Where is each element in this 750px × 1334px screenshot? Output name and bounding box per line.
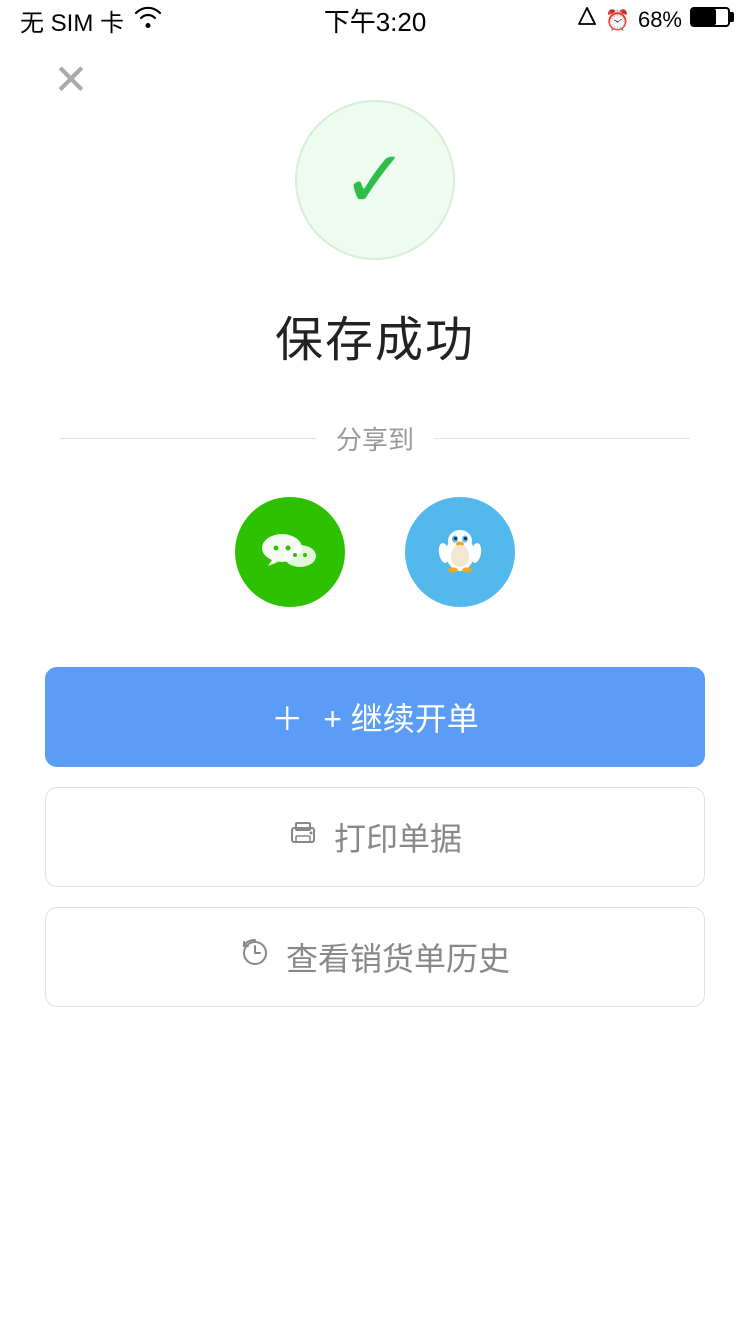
wechat-share-button[interactable] <box>235 497 345 607</box>
qq-share-button[interactable] <box>405 497 515 607</box>
close-button[interactable]: ✕ <box>46 55 96 105</box>
close-icon: ✕ <box>53 59 88 101</box>
time-display: 下午3:20 <box>324 2 427 39</box>
battery-icon <box>690 7 730 33</box>
main-content: ✓ 保存成功 分享到 <box>0 40 750 1007</box>
qq-icon <box>431 523 489 581</box>
continue-label: + 继续开单 <box>323 694 479 740</box>
history-icon <box>240 938 270 976</box>
status-left: 无 SIM 卡 <box>20 3 162 38</box>
share-icons <box>235 497 515 607</box>
history-label: 查看销货单历史 <box>286 934 510 980</box>
status-right: ⏰ 68% <box>577 6 730 34</box>
print-button[interactable]: 打印单据 <box>45 787 705 887</box>
continue-plus-icon: ＋ <box>271 694 303 740</box>
success-circle: ✓ <box>295 100 455 260</box>
alarm-icon: ⏰ <box>605 8 630 33</box>
share-divider: 分享到 <box>0 420 750 457</box>
sim-label: 无 SIM 卡 <box>20 3 124 38</box>
share-label: 分享到 <box>336 420 414 457</box>
share-section: 分享到 <box>0 420 750 607</box>
divider-left <box>60 438 316 439</box>
continue-button[interactable]: ＋ + 继续开单 <box>45 667 705 767</box>
wechat-icon <box>256 518 324 586</box>
divider-right <box>434 438 690 439</box>
print-icon <box>288 818 318 856</box>
location-icon <box>577 6 597 34</box>
print-label: 打印单据 <box>334 814 462 860</box>
wifi-icon <box>134 6 162 35</box>
history-button[interactable]: 查看销货单历史 <box>45 907 705 1007</box>
success-title: 保存成功 <box>275 300 475 370</box>
battery-pct: 68% <box>638 7 682 33</box>
status-bar: 无 SIM 卡 下午3:20 ⏰ 68% <box>0 0 750 40</box>
action-buttons: ＋ + 继续开单 打印单据 <box>45 667 705 1007</box>
checkmark-icon: ✓ <box>341 140 408 220</box>
